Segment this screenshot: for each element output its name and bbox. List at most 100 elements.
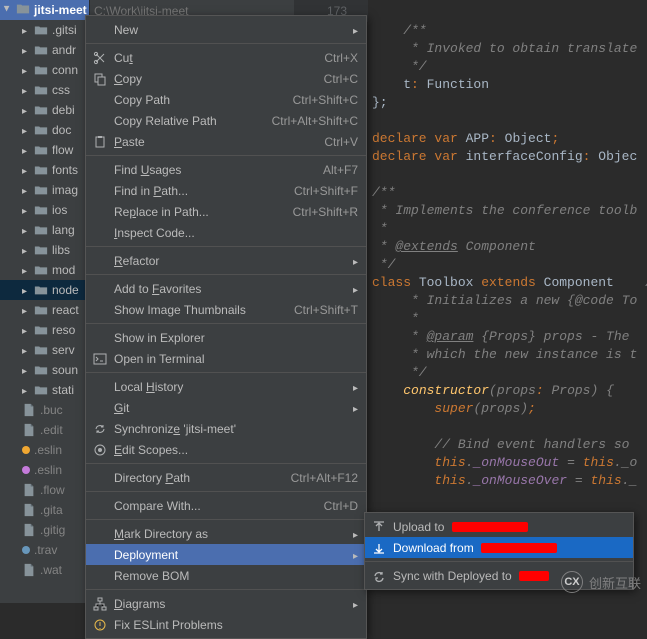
spacer-icon [92, 225, 108, 241]
tree-folder[interactable]: libs [0, 240, 89, 260]
shortcut-label: Ctrl+Alt+F12 [291, 471, 358, 485]
tree-file[interactable]: .gita [0, 500, 89, 520]
tree-item-label: .eslin [34, 443, 62, 457]
tree-item-label: lang [52, 223, 75, 237]
menu-item-inspect-code[interactable]: Inspect Code... [86, 222, 366, 243]
menu-item-open-in-terminal[interactable]: Open in Terminal [86, 348, 366, 369]
menu-item-label: Find in Path... [114, 184, 288, 198]
chevron-right-icon [22, 123, 30, 137]
menu-item-cut[interactable]: CutCtrl+X [86, 47, 366, 68]
menu-item-label: Compare With... [114, 499, 318, 513]
upload-to-item[interactable]: Upload to [365, 516, 633, 537]
download-from-item[interactable]: Download from [365, 537, 633, 558]
menu-item-label: Synchronize 'jitsi-meet' [114, 422, 358, 436]
shortcut-label: Ctrl+D [324, 499, 358, 513]
tree-file[interactable]: .wat [0, 560, 89, 580]
menu-item-deployment[interactable]: Deployment [86, 544, 366, 565]
tree-folder[interactable]: react [0, 300, 89, 320]
menu-item-label: Replace in Path... [114, 205, 287, 219]
tree-folder[interactable]: doc [0, 120, 89, 140]
tree-folder[interactable]: mod [0, 260, 89, 280]
folder-icon [34, 103, 48, 117]
tree-folder[interactable]: conn [0, 60, 89, 80]
spacer-icon [92, 526, 108, 542]
tree-item-label: conn [52, 63, 78, 77]
tree-folder[interactable]: fonts [0, 160, 89, 180]
tree-folder[interactable]: flow [0, 140, 89, 160]
spacer-icon [92, 330, 108, 346]
menu-item-local-history[interactable]: Local History [86, 376, 366, 397]
tree-folder[interactable]: ios [0, 200, 89, 220]
menu-item-fix-eslint-problems[interactable]: Fix ESLint Problems [86, 614, 366, 635]
tree-file[interactable]: .gitig [0, 520, 89, 540]
spacer-icon [92, 547, 108, 563]
tree-folder[interactable]: lang [0, 220, 89, 240]
menu-item-git[interactable]: Git [86, 397, 366, 418]
cut-icon [92, 50, 108, 66]
shortcut-label: Ctrl+Alt+Shift+C [272, 114, 358, 128]
folder-icon [34, 383, 48, 397]
tree-folder[interactable]: imag [0, 180, 89, 200]
menu-separator [86, 463, 366, 464]
tree-folder[interactable]: andr [0, 40, 89, 60]
folder-icon [34, 143, 48, 157]
menu-item-label: Find Usages [114, 163, 317, 177]
menu-item-paste[interactable]: PasteCtrl+V [86, 131, 366, 152]
menu-item-refactor[interactable]: Refactor [86, 250, 366, 271]
menu-item-find-usages[interactable]: Find UsagesAlt+F7 [86, 159, 366, 180]
tree-folder[interactable]: reso [0, 320, 89, 340]
menu-item-copy-relative-path[interactable]: Copy Relative PathCtrl+Alt+Shift+C [86, 110, 366, 131]
tree-folder[interactable]: soun [0, 360, 89, 380]
menu-item-label: Deployment [114, 548, 342, 562]
menu-item-replace-in-path[interactable]: Replace in Path...Ctrl+Shift+R [86, 201, 366, 222]
menu-item-show-in-explorer[interactable]: Show in Explorer [86, 327, 366, 348]
file-icon [22, 523, 36, 537]
folder-icon [34, 163, 48, 177]
chevron-right-icon [22, 63, 30, 77]
spacer-icon [92, 253, 108, 269]
spacer-icon [92, 162, 108, 178]
menu-item-compare-with[interactable]: Compare With... Ctrl+D [86, 495, 366, 516]
tree-item-label: libs [52, 243, 70, 257]
menu-item-directory-path[interactable]: Directory PathCtrl+Alt+F12 [86, 467, 366, 488]
tree-file[interactable]: .trav [0, 540, 89, 560]
folder-icon [34, 343, 48, 357]
menu-item-add-to-favorites[interactable]: Add to Favorites [86, 278, 366, 299]
menu-item-synchronize-jitsi-meet[interactable]: Synchronize 'jitsi-meet' [86, 418, 366, 439]
tree-file[interactable]: .eslin [0, 440, 89, 460]
spacer-icon [92, 281, 108, 297]
tree-folder[interactable]: serv [0, 340, 89, 360]
chevron-right-icon [22, 283, 30, 297]
chevron-right-icon [22, 23, 30, 37]
chevron-right-icon [22, 163, 30, 177]
redaction [452, 522, 528, 532]
project-root[interactable]: jitsi-meet [0, 0, 89, 20]
tree-folder[interactable]: .gitsi [0, 20, 89, 40]
menu-item-diagrams[interactable]: Diagrams [86, 593, 366, 614]
tree-file[interactable]: .eslin [0, 460, 89, 480]
tree-file[interactable]: .buc [0, 400, 89, 420]
menu-item-copy[interactable]: CopyCtrl+C [86, 68, 366, 89]
menu-item-show-image-thumbnails[interactable]: Show Image ThumbnailsCtrl+Shift+T [86, 299, 366, 320]
menu-item-edit-scopes[interactable]: Edit Scopes... [86, 439, 366, 460]
project-tree[interactable]: jitsi-meet .gitsiandr conn cssdebidocflowf… [0, 0, 90, 603]
context-menu[interactable]: New CutCtrl+XCopyCtrl+CCopy PathCtrl+Shif… [85, 15, 367, 639]
menu-item-new[interactable]: New [86, 19, 366, 40]
tree-folder[interactable]: node [0, 280, 89, 300]
diagrams-icon [92, 596, 108, 612]
tree-folder[interactable]: debi [0, 100, 89, 120]
tree-folder[interactable]: stati [0, 380, 89, 400]
tree-item-label: stati [52, 383, 74, 397]
menu-item-find-in-path[interactable]: Find in Path...Ctrl+Shift+F [86, 180, 366, 201]
menu-item-label: Refactor [114, 254, 342, 268]
menu-item-copy-path[interactable]: Copy PathCtrl+Shift+C [86, 89, 366, 110]
tree-folder[interactable]: css [0, 80, 89, 100]
tree-file[interactable]: .edit [0, 420, 89, 440]
menu-item-mark-directory-as[interactable]: Mark Directory as [86, 523, 366, 544]
chevron-right-icon [348, 254, 358, 268]
project-name: jitsi-meet [34, 3, 87, 17]
menu-item-remove-bom[interactable]: Remove BOM [86, 565, 366, 586]
tree-item-label: soun [52, 363, 78, 377]
tree-file[interactable]: .flow [0, 480, 89, 500]
spacer-icon [92, 498, 108, 514]
